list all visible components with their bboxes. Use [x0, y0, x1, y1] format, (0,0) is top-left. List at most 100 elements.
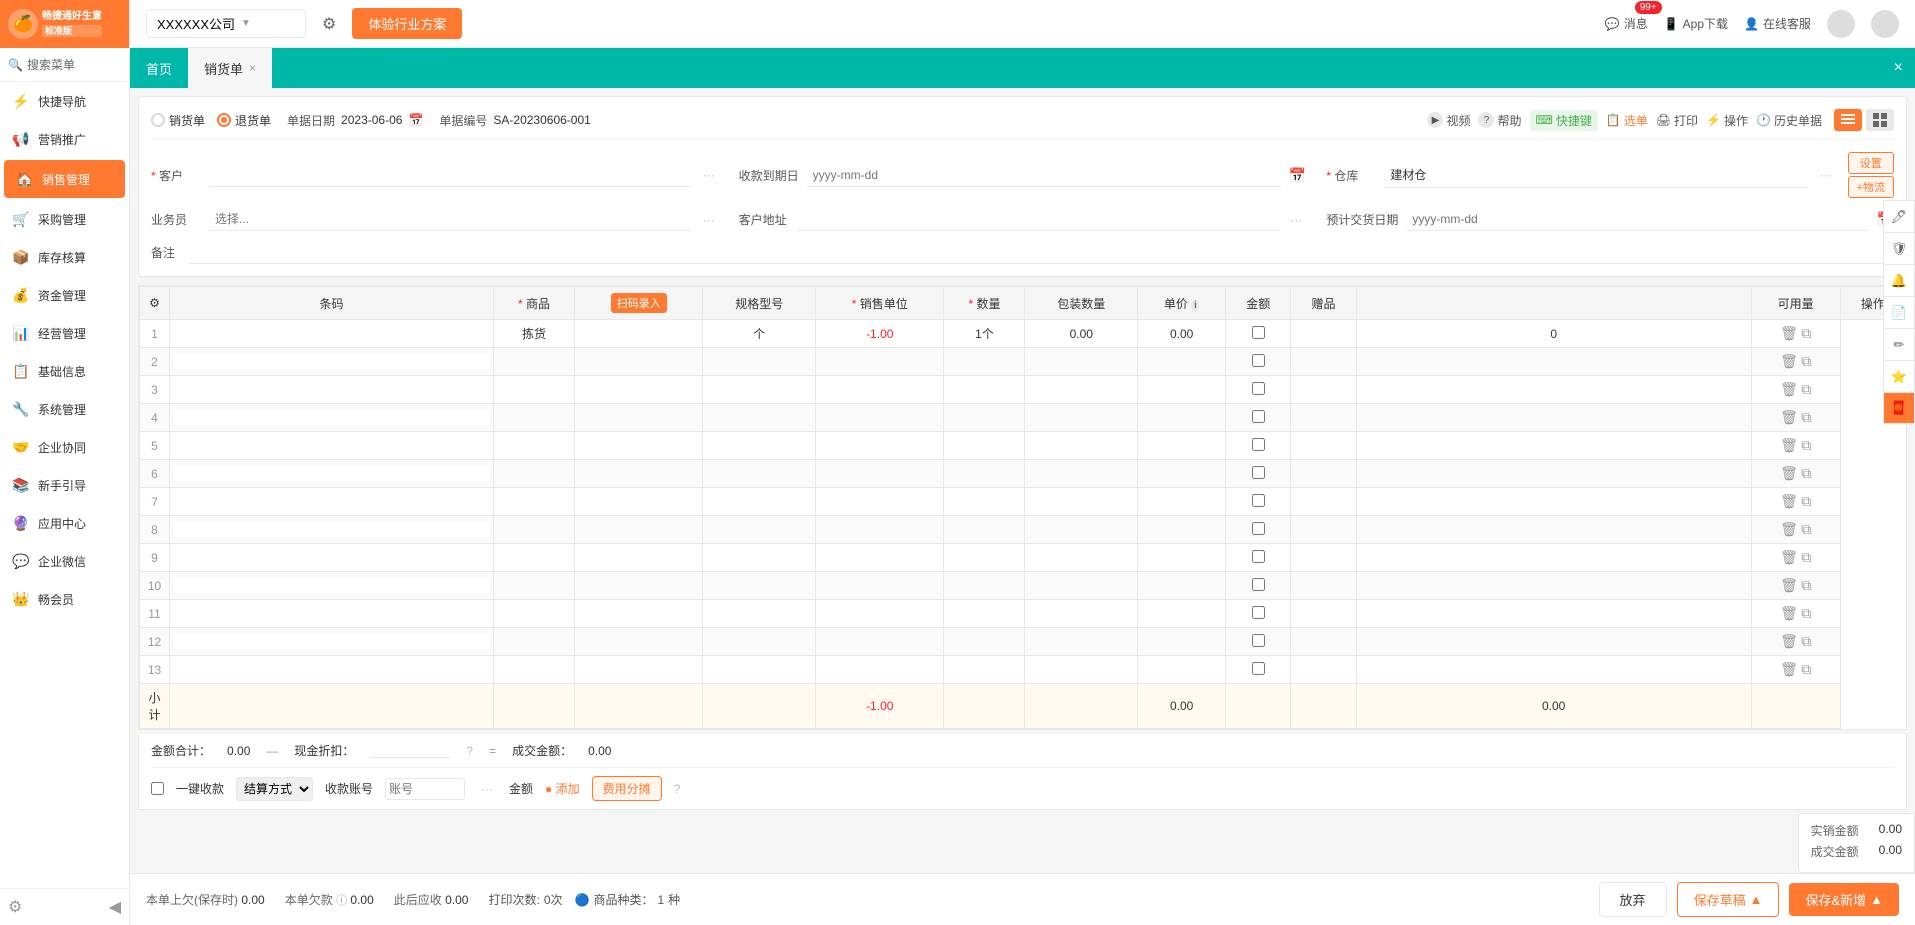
row-amount-3[interactable] — [1138, 404, 1226, 432]
row-unit-5[interactable] — [703, 460, 816, 488]
row-product-10[interactable] — [493, 600, 574, 628]
avatar-2[interactable] — [1871, 10, 1899, 38]
expense-help-icon[interactable]: ? — [674, 782, 681, 796]
row-spec-5[interactable] — [575, 460, 703, 488]
delete-row-icon-6[interactable]: 🗑 — [1780, 493, 1798, 509]
row-pkg-qty-10[interactable] — [944, 600, 1025, 628]
row-unit-7[interactable] — [703, 516, 816, 544]
row-spec-1[interactable] — [575, 348, 703, 376]
warehouse-value[interactable]: 建材仓 — [1384, 162, 1807, 188]
delete-row-icon-7[interactable]: 🗑 — [1780, 521, 1798, 537]
customer-more-icon[interactable]: ··· — [699, 168, 719, 182]
cash-discount-input[interactable] — [370, 743, 450, 758]
row-gift-7[interactable] — [1226, 516, 1291, 544]
row-barcode-10[interactable] — [170, 600, 494, 628]
collapse-icon[interactable]: ◀ — [109, 897, 121, 917]
row-qty-0[interactable]: -1.00 — [816, 320, 944, 348]
row-amount-10[interactable] — [1138, 600, 1226, 628]
float-btn-4[interactable]: 📄 — [1883, 296, 1915, 328]
delete-row-icon-3[interactable]: 🗑 — [1780, 409, 1798, 425]
row-qty-7[interactable] — [816, 516, 944, 544]
gift-checkbox-12[interactable] — [1252, 662, 1265, 675]
row-qty-10[interactable] — [816, 600, 944, 628]
delete-row-icon-8[interactable]: 🗑 — [1780, 549, 1798, 565]
row-unit-0[interactable]: 个 — [703, 320, 816, 348]
sidebar-item-member[interactable]: 👑畅会员 — [0, 580, 129, 618]
warehouse-more-icon[interactable]: ··· — [1816, 168, 1836, 182]
gift-checkbox-7[interactable] — [1252, 522, 1265, 535]
discount-help-icon[interactable]: ? — [466, 744, 473, 758]
barcode-input-5[interactable] — [174, 467, 489, 481]
row-qty-5[interactable] — [816, 460, 944, 488]
row-product-7[interactable] — [493, 516, 574, 544]
draft-button[interactable]: 保存草稿 ▲ — [1677, 882, 1780, 917]
row-gift-9[interactable] — [1226, 572, 1291, 600]
row-barcode-12[interactable] — [170, 656, 494, 684]
delete-row-icon-5[interactable]: 🗑 — [1780, 465, 1798, 481]
app-download-btn[interactable]: 📱 App下载 — [1664, 15, 1728, 32]
row-amount-0[interactable]: 0.00 — [1138, 320, 1226, 348]
row-spec-2[interactable] — [575, 376, 703, 404]
sidebar-item-sales-mgmt[interactable]: 🏠销售管理 — [4, 160, 125, 198]
help-action[interactable]: ? 帮助 — [1478, 112, 1521, 129]
list-view-btn[interactable] — [1834, 109, 1862, 131]
row-unit-12[interactable] — [703, 656, 816, 684]
sidebar-item-enterprise[interactable]: 🤝企业协同 — [0, 428, 129, 466]
row-gift-2[interactable] — [1226, 376, 1291, 404]
row-barcode-6[interactable] — [170, 488, 494, 516]
row-gift-5[interactable] — [1226, 460, 1291, 488]
row-barcode-7[interactable] — [170, 516, 494, 544]
row-unit-price-3[interactable] — [1025, 404, 1138, 432]
online-support-btn[interactable]: 👤 在线客服 — [1744, 15, 1811, 32]
gift-checkbox-11[interactable] — [1252, 634, 1265, 647]
row-pkg-qty-2[interactable] — [944, 376, 1025, 404]
row-spec-12[interactable] — [575, 656, 703, 684]
tab-close-icon[interactable]: × — [249, 61, 256, 75]
float-btn-7[interactable]: 🧧 — [1883, 392, 1915, 424]
gift-checkbox-5[interactable] — [1252, 466, 1265, 479]
row-pkg-qty-4[interactable] — [944, 432, 1025, 460]
trial-button[interactable]: 体验行业方案 — [352, 8, 462, 39]
row-unit-price-5[interactable] — [1025, 460, 1138, 488]
row-gift-8[interactable] — [1226, 544, 1291, 572]
calendar-icon[interactable]: 📅 — [408, 113, 423, 127]
video-action[interactable]: ▶ 视频 — [1427, 112, 1470, 129]
scan-btn[interactable]: 扫码录入 — [611, 293, 667, 313]
row-unit-price-8[interactable] — [1025, 544, 1138, 572]
row-amount-5[interactable] — [1138, 460, 1226, 488]
row-unit-price-2[interactable] — [1025, 376, 1138, 404]
barcode-input-8[interactable] — [174, 551, 489, 565]
company-selector[interactable]: XXXXXX公司 ▼ — [146, 9, 306, 38]
copy-row-icon-8[interactable]: ⧉ — [1801, 549, 1811, 565]
settings-gear-icon[interactable]: ⚙ — [318, 10, 340, 38]
abandon-button[interactable]: 放弃 — [1599, 882, 1667, 917]
row-unit-2[interactable] — [703, 376, 816, 404]
row-product-2[interactable] — [493, 376, 574, 404]
account-no-input[interactable] — [385, 778, 465, 800]
barcode-input-7[interactable] — [174, 523, 489, 537]
row-qty-4[interactable] — [816, 432, 944, 460]
barcode-input-9[interactable] — [174, 579, 489, 593]
delete-row-icon-9[interactable]: 🗑 — [1780, 577, 1798, 593]
row-spec-9[interactable] — [575, 572, 703, 600]
sidebar-item-wechat[interactable]: 💬企业微信 — [0, 542, 129, 580]
barcode-input-10[interactable] — [174, 607, 489, 621]
expected-date-input[interactable] — [1406, 208, 1868, 231]
row-unit-8[interactable] — [703, 544, 816, 572]
row-product-11[interactable] — [493, 628, 574, 656]
row-unit-price-0[interactable]: 0.00 — [1025, 320, 1138, 348]
row-unit-price-11[interactable] — [1025, 628, 1138, 656]
row-unit-1[interactable] — [703, 348, 816, 376]
barcode-input-4[interactable] — [174, 439, 489, 453]
barcode-input-6[interactable] — [174, 495, 489, 509]
row-qty-8[interactable] — [816, 544, 944, 572]
row-spec-7[interactable] — [575, 516, 703, 544]
row-pkg-qty-7[interactable] — [944, 516, 1025, 544]
select-action[interactable]: 📋 选单 — [1606, 112, 1648, 129]
row-barcode-2[interactable] — [170, 376, 494, 404]
sidebar-item-marketing[interactable]: 📢营销推广 — [0, 120, 129, 158]
gift-checkbox-10[interactable] — [1252, 606, 1265, 619]
row-product-12[interactable] — [493, 656, 574, 684]
tab-sales-order[interactable]: 销货单 × — [188, 48, 272, 88]
operate-action[interactable]: ⚡ 操作 — [1706, 112, 1748, 129]
